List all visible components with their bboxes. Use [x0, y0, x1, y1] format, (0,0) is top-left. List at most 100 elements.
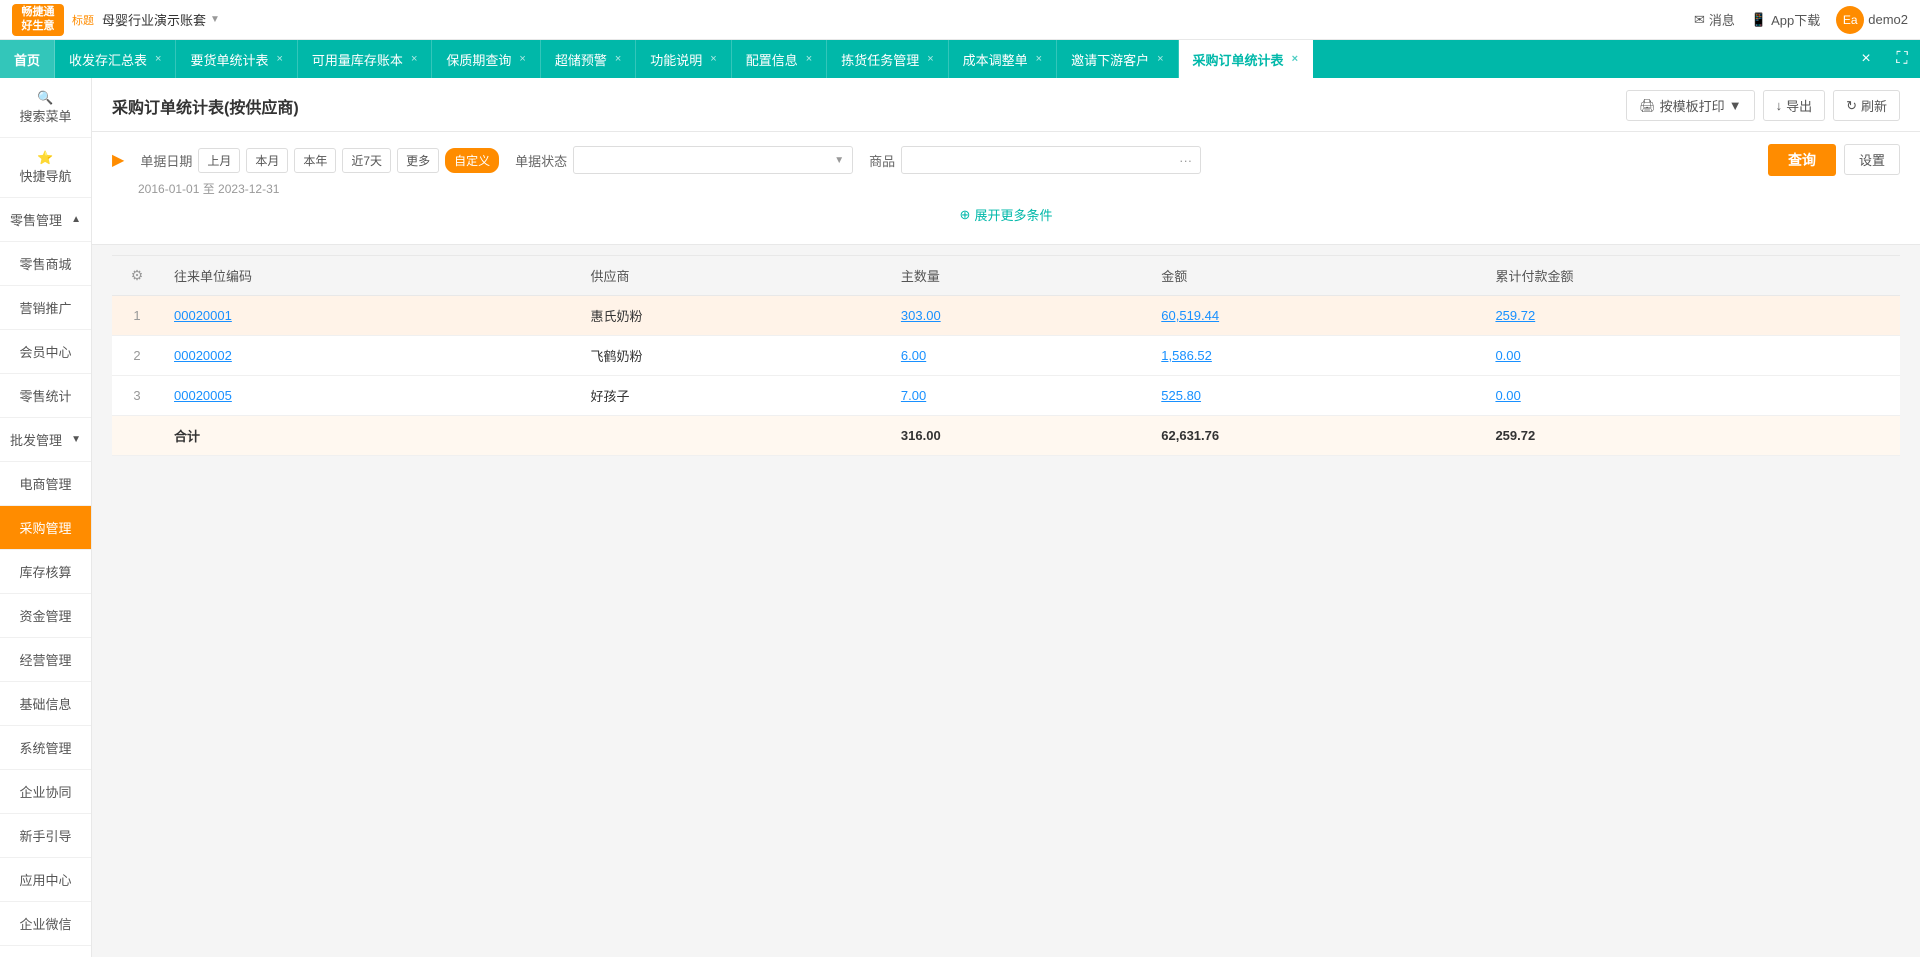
close-all-tabs-button[interactable]: ×	[1848, 40, 1884, 78]
sidebar-item-enterprise[interactable]: 企业协同	[0, 770, 91, 814]
tab-expiry-query-close[interactable]: ×	[519, 53, 525, 65]
row-3-amount[interactable]: 525.80	[1149, 376, 1483, 416]
sidebar-item-operations-label: 经营管理	[8, 650, 83, 669]
tab-overstock-warning[interactable]: 超储预警 ×	[541, 40, 636, 78]
expand-more-button[interactable]: ⊕ 展开更多条件	[112, 197, 1900, 232]
row-2-paid-amount[interactable]: 0.00	[1483, 336, 1900, 376]
filter-last-7-days[interactable]: 近7天	[342, 148, 391, 173]
sidebar-item-enterprise-wechat[interactable]: 企业微信	[0, 902, 91, 946]
row-2-amount[interactable]: 1,586.52	[1149, 336, 1483, 376]
tab-purchase-summary[interactable]: 采购订单统计表 ×	[1179, 40, 1313, 78]
tab-expiry-query[interactable]: 保质期查询 ×	[432, 40, 540, 78]
filter-goods-input[interactable]: ···	[901, 146, 1201, 174]
wholesale-arrow-icon: ▼	[71, 434, 81, 445]
tab-cost-adjust-close[interactable]: ×	[1036, 53, 1042, 65]
tab-pick-task-label: 拣货任务管理	[841, 50, 919, 69]
sidebar-item-marketing[interactable]: 营销推广	[0, 286, 91, 330]
avatar: Ea	[1836, 6, 1864, 34]
sidebar-item-enterprise-label: 企业协同	[8, 782, 83, 801]
sidebar-item-wholesale[interactable]: 批发管理 ▼	[0, 418, 91, 462]
tab-receive-send-close[interactable]: ×	[155, 53, 161, 65]
row-3-partner-code[interactable]: 00020005	[162, 376, 579, 416]
user-avatar-button[interactable]: Ea demo2	[1836, 6, 1908, 34]
col-settings-header[interactable]: ⚙	[112, 256, 162, 296]
filter-last-month[interactable]: 上月	[198, 148, 240, 173]
tab-function-desc[interactable]: 功能说明 ×	[636, 40, 731, 78]
row-3-main-qty[interactable]: 7.00	[889, 376, 1149, 416]
sidebar-item-retail-store[interactable]: 零售商城	[0, 242, 91, 286]
row-1-paid-amount[interactable]: 259.72	[1483, 296, 1900, 336]
tab-pick-task[interactable]: 拣货任务管理 ×	[827, 40, 948, 78]
sidebar-item-new-guide[interactable]: 新手引导	[0, 814, 91, 858]
sidebar-item-basic-info-label: 基础信息	[8, 694, 83, 713]
tab-receive-send[interactable]: 收发存汇总表 ×	[55, 40, 176, 78]
row-1-amount[interactable]: 60,519.44	[1149, 296, 1483, 336]
filter-status-select[interactable]: ▼	[573, 146, 853, 174]
row-1-main-qty[interactable]: 303.00	[889, 296, 1149, 336]
row-1-supplier: 惠氏奶粉	[579, 296, 889, 336]
messages-button[interactable]: ✉ 消息	[1694, 10, 1735, 29]
sidebar-item-purchase-label: 采购管理	[8, 518, 83, 537]
filter-this-year[interactable]: 本年	[294, 148, 336, 173]
sidebar-item-member-label: 会员中心	[8, 342, 83, 361]
filter-expand-icon[interactable]: ▶	[112, 150, 124, 170]
tab-pick-task-close[interactable]: ×	[927, 53, 933, 65]
template-chevron-icon: ▼	[1729, 98, 1742, 113]
tab-purchase-summary-label: 采购订单统计表	[1193, 50, 1284, 69]
tab-available-stock-close[interactable]: ×	[411, 53, 417, 65]
app-download-label: App下载	[1771, 10, 1820, 29]
tab-order-summary[interactable]: 要货单统计表 ×	[176, 40, 297, 78]
sidebar-item-retail[interactable]: 零售管理 ▲	[0, 198, 91, 242]
settings-button[interactable]: 设置	[1844, 144, 1900, 175]
template-print-button[interactable]: 🖨 按模板打印 ▼	[1626, 90, 1754, 121]
sidebar-item-ecommerce-label: 电商管理	[8, 474, 83, 493]
sidebar-item-finance[interactable]: 资金管理	[0, 594, 91, 638]
sidebar-item-member[interactable]: 会员中心	[0, 330, 91, 374]
tab-order-summary-close[interactable]: ×	[276, 53, 282, 65]
sidebar-item-quick-nav[interactable]: ⭐ 快捷导航	[0, 138, 91, 198]
tab-invite-downstream-close[interactable]: ×	[1157, 53, 1163, 65]
tab-config-info-close[interactable]: ×	[806, 53, 812, 65]
row-2-partner-code[interactable]: 00020002	[162, 336, 579, 376]
query-button[interactable]: 查询	[1768, 144, 1836, 176]
sidebar-item-system[interactable]: 系统管理	[0, 726, 91, 770]
sidebar-item-search[interactable]: 🔍 搜索菜单	[0, 78, 91, 138]
col-amount-header: 金额	[1149, 256, 1483, 296]
tab-config-info[interactable]: 配置信息 ×	[732, 40, 827, 78]
tab-available-stock[interactable]: 可用量库存账本 ×	[298, 40, 432, 78]
sidebar-item-retail-stats[interactable]: 零售统计	[0, 374, 91, 418]
row-3-paid-amount[interactable]: 0.00	[1483, 376, 1900, 416]
tab-function-desc-close[interactable]: ×	[710, 53, 716, 65]
tab-overstock-warning-close[interactable]: ×	[615, 53, 621, 65]
col-main-qty-header: 主数量	[889, 256, 1149, 296]
sidebar-item-app-center[interactable]: 应用中心	[0, 858, 91, 902]
col-paid-amount-header: 累计付款金额	[1483, 256, 1900, 296]
tab-purchase-summary-close[interactable]: ×	[1292, 53, 1298, 65]
tab-receive-send-label: 收发存汇总表	[69, 50, 147, 69]
row-2-main-qty[interactable]: 6.00	[889, 336, 1149, 376]
filter-goods-item: 商品 ···	[869, 146, 1201, 174]
sidebar-item-purchase[interactable]: 采购管理	[0, 506, 91, 550]
filter-more[interactable]: 更多	[397, 148, 439, 173]
tab-invite-downstream[interactable]: 邀请下游客户 ×	[1057, 40, 1178, 78]
row-2-no: 2	[112, 336, 162, 376]
tab-home[interactable]: 首页	[0, 40, 55, 78]
export-label: 导出	[1786, 96, 1812, 115]
filter-custom[interactable]: 自定义	[445, 148, 499, 173]
app-download-button[interactable]: 📱 App下载	[1751, 10, 1820, 29]
sidebar-item-basic-info[interactable]: 基础信息	[0, 682, 91, 726]
sidebar-item-operations[interactable]: 经营管理	[0, 638, 91, 682]
sidebar-item-vip-member[interactable]: 畅会员	[0, 946, 91, 957]
fullscreen-button[interactable]: ⛶	[1884, 40, 1920, 78]
nav-tabs: 首页 收发存汇总表 × 要货单统计表 × 可用量库存账本 × 保质期查询 × 超…	[0, 40, 1920, 78]
sidebar-item-ecommerce[interactable]: 电商管理	[0, 462, 91, 506]
row-1-partner-code[interactable]: 00020001	[162, 296, 579, 336]
sidebar-item-inventory[interactable]: 库存核算	[0, 550, 91, 594]
export-button[interactable]: ↓ 导出	[1763, 90, 1826, 121]
org-selector[interactable]: 母婴行业演示账套 ▼	[102, 10, 220, 29]
filter-date-range-row: 2016-01-01 至 2023-12-31	[112, 180, 1900, 197]
tab-cost-adjust[interactable]: 成本调整单 ×	[949, 40, 1057, 78]
filter-this-month[interactable]: 本月	[246, 148, 288, 173]
footer-label: 合计	[162, 416, 889, 456]
refresh-button[interactable]: ↻ 刷新	[1833, 90, 1900, 121]
